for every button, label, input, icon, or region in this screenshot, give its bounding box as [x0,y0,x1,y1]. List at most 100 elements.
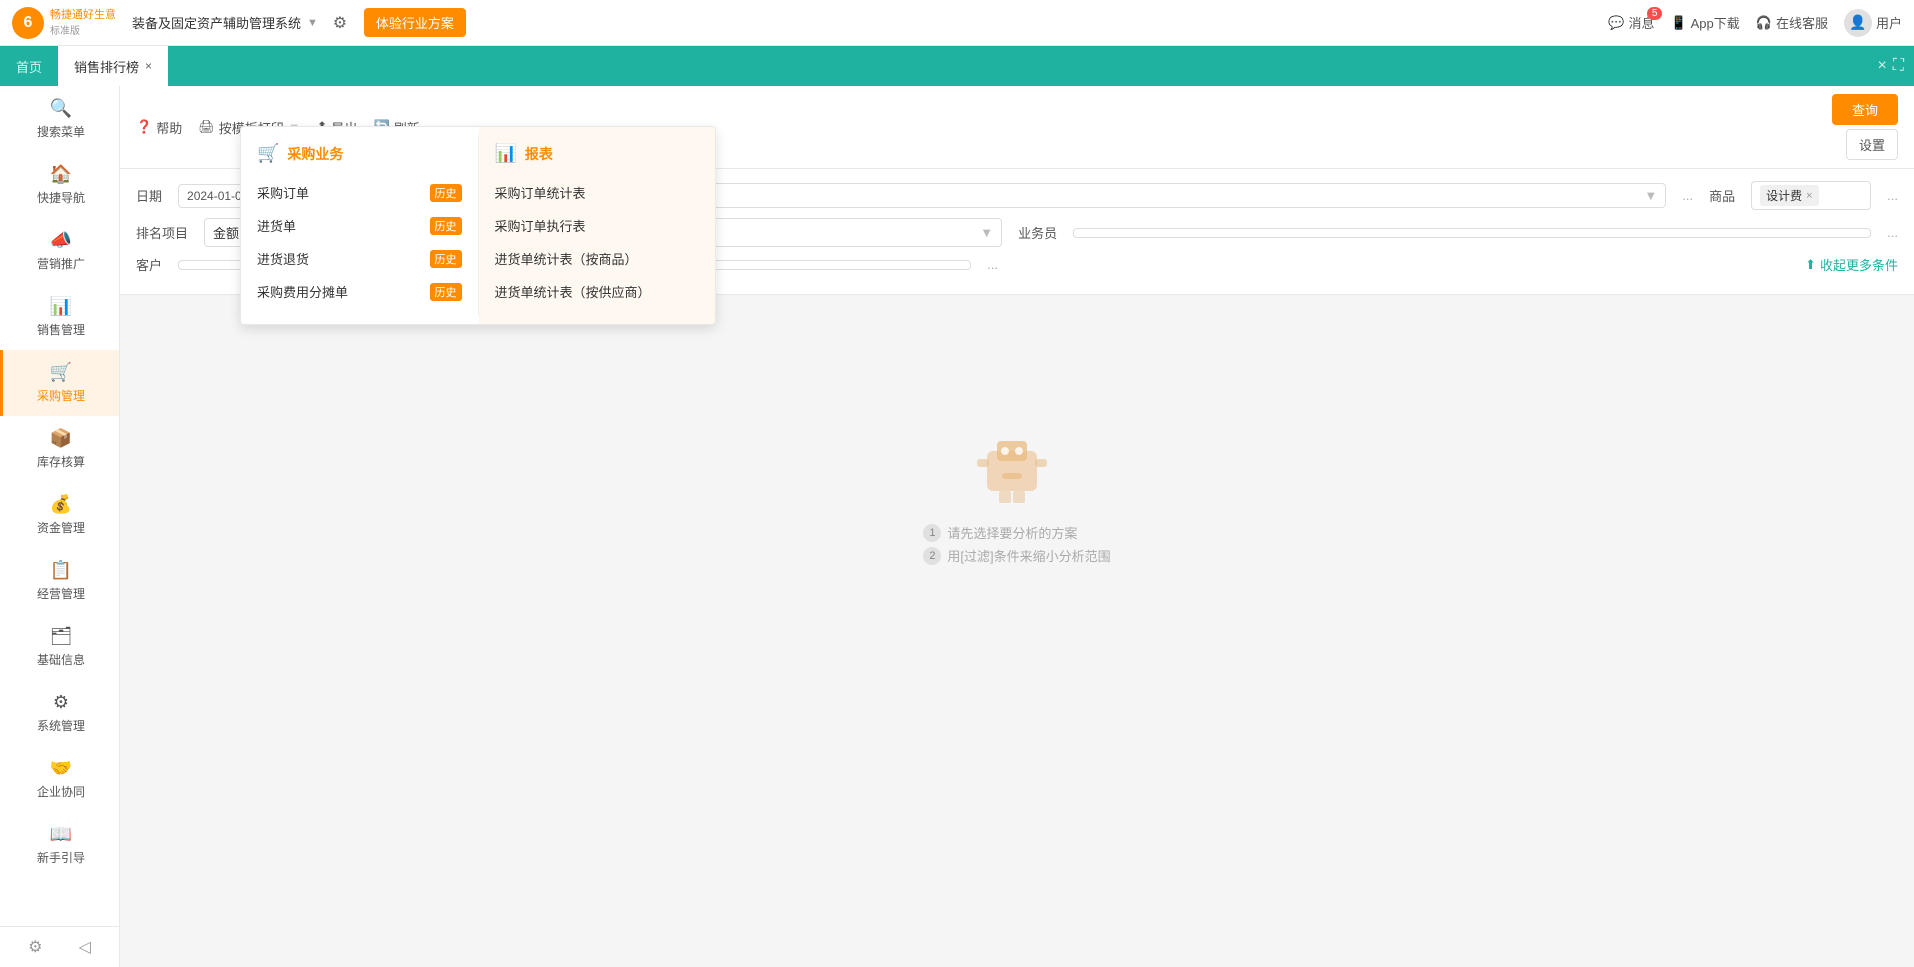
help-btn[interactable]: ❓ 帮助 [136,118,182,137]
message-badge: 5 [1647,7,1663,20]
collapse-btn[interactable]: ⬆ 收起更多条件 [1805,255,1898,274]
hint-item-2: 2 用[过滤]条件来缩小分析范围 [923,546,1110,565]
home-icon: 🏠 [50,164,72,185]
settings-bottom-icon[interactable]: ⚙ [28,937,42,957]
sidebar-item-search[interactable]: 🔍 搜索菜单 [0,86,119,152]
goods-tag: 设计费 × [1760,185,1818,206]
voucher-dots[interactable]: ... [1682,188,1693,203]
headset-icon: 🎧 [1756,15,1772,31]
empty-state: 1 请先选择要分析的方案 2 用[过滤]条件来缩小分析范围 [120,295,1914,695]
system-title[interactable]: 装备及固定资产辅助管理系统 ▼ [132,13,318,32]
popup-purchase-icon: 🛒 [257,143,279,164]
voucher-dropdown-icon: ▼ [1644,188,1657,203]
operation-icon: 📋 [50,560,72,581]
sidebar-item-purchase[interactable]: 🛒 采购管理 [0,350,119,416]
tab-sales-rank[interactable]: 销售排行榜 × [58,46,168,86]
sidebar-item-guide[interactable]: 📖 新手引导 [0,812,119,878]
purchase-icon: 🛒 [50,362,72,383]
logo-text: 畅捷通好生意 [50,8,116,22]
message-icon: 💬 [1608,15,1624,31]
popup-item-purchase-expense[interactable]: 采购费用分摊单 历史 [257,275,462,308]
avatar: 👤 [1844,9,1872,37]
collapse-up-icon: ⬆ [1805,257,1816,273]
sidebar-item-system[interactable]: ⚙ 系统管理 [0,680,119,746]
main-layout: 🔍 搜索菜单 🏠 快捷导航 📣 营销推广 📊 销售管理 🛒 采购管理 📦 库存核… [0,86,1914,967]
rank-dropdown-icon: ▼ [980,225,993,240]
tab-fullscreen-icon[interactable]: ⛶ [1893,57,1904,75]
sidebar-bottom: ⚙ ◁ [0,926,119,967]
message-btn[interactable]: 💬 消息 5 [1608,13,1654,32]
goods-dots[interactable]: ... [1887,188,1898,203]
popup-item-report-4[interactable]: 进货单统计表（按供应商） [495,275,700,308]
salesman-select[interactable] [1073,228,1871,238]
system-icon: ⚙ [53,692,69,713]
search-icon: 🔍 [50,98,72,119]
popup-item-report-2[interactable]: 采购订单执行表 [495,209,700,242]
collapse-sidebar-icon[interactable]: ◁ [79,937,91,957]
online-service-btn[interactable]: 🎧 在线客服 [1756,13,1828,32]
empty-illustration [967,421,1067,511]
sidebar-item-marketing[interactable]: 📣 营销推广 [0,218,119,284]
popup-left-header: 🛒 采购业务 [257,143,462,164]
customer-dots[interactable]: ... [987,257,998,272]
popup-report-icon: 📊 [495,143,517,164]
popup-item-purchase-receipt[interactable]: 进货单 历史 [257,209,462,242]
query-button[interactable]: 查询 [1832,94,1898,125]
rank-label: 排名项目 [136,223,188,242]
customer-label: 客户 [136,255,162,274]
history-badge-3: 历史 [430,283,462,301]
user-btn[interactable]: 👤 用户 [1844,9,1902,37]
history-badge-1: 历史 [430,217,462,235]
sidebar-item-basic[interactable]: 🗂 基础信息 [0,614,119,680]
popup-item-report-1[interactable]: 采购订单统计表 [495,176,700,209]
popup-menu: 🛒 采购业务 采购订单 历史 进货单 历史 进货退货 历史 采购费用分摊单 [240,126,716,325]
popup-right-header: 📊 报表 [495,143,700,164]
goods-tag-close-icon[interactable]: × [1806,190,1812,202]
empty-svg [967,421,1067,511]
sidebar-item-operation[interactable]: 📋 经营管理 [0,548,119,614]
settings-icon[interactable]: ⚙ [326,9,354,37]
sidebar-item-nav[interactable]: 🏠 快捷导航 [0,152,119,218]
sidebar-item-cooperation[interactable]: 🤝 企业协同 [0,746,119,812]
popup-col-left: 🛒 采购业务 采购订单 历史 进货单 历史 进货退货 历史 采购费用分摊单 [241,127,478,324]
salesman-dots[interactable]: ... [1887,225,1898,240]
history-badge-0: 历史 [430,184,462,202]
sidebar-item-sales[interactable]: 📊 销售管理 [0,284,119,350]
tab-close-icon[interactable]: × [145,59,152,73]
phone-icon: 📱 [1670,15,1686,31]
popup-item-report-3[interactable]: 进货单统计表（按商品） [495,242,700,275]
logo-icon: 6 [12,7,44,39]
cooperation-icon: 🤝 [50,758,72,779]
popup-col-right: 📊 报表 采购订单统计表 采购订单执行表 进货单统计表（按商品） 进货单统计表（… [479,127,716,324]
inventory-icon: 📦 [50,428,72,449]
tab-window-close-icon[interactable]: × [1877,57,1886,75]
sidebar-item-inventory[interactable]: 📦 库存核算 [0,416,119,482]
goods-input[interactable]: 设计费 × [1751,181,1871,210]
topbar: 6 畅捷通好生意 标准版 装备及固定资产辅助管理系统 ▼ ⚙ 体验行业方案 💬 … [0,0,1914,46]
topbar-right: 💬 消息 5 📱 App下载 🎧 在线客服 👤 用户 [1608,9,1902,37]
guide-icon: 📖 [50,824,72,845]
sidebar-item-finance[interactable]: 💰 资金管理 [0,482,119,548]
print-icon: 🖨 [198,119,215,135]
basic-icon: 🗂 [50,626,73,647]
sidebar: 🔍 搜索菜单 🏠 快捷导航 📣 营销推广 📊 销售管理 🛒 采购管理 📦 库存核… [0,86,120,967]
logo: 6 畅捷通好生意 标准版 [12,7,132,39]
popup-item-purchase-return[interactable]: 进货退货 历史 [257,242,462,275]
app-download-btn[interactable]: 📱 App下载 [1670,13,1739,32]
content-area: ❓ 帮助 🖨 按模板打印 ▼ ⬆ 导出 🔄 刷新 查询 设置 [120,86,1914,967]
industry-btn[interactable]: 体验行业方案 [364,8,466,37]
finance-icon: 💰 [50,494,72,515]
empty-hints: 1 请先选择要分析的方案 2 用[过滤]条件来缩小分析范围 [923,519,1110,569]
marketing-icon: 📣 [50,230,72,251]
hint-item-1: 1 请先选择要分析的方案 [923,523,1110,542]
date-label: 日期 [136,186,162,205]
tab-home[interactable]: 首页 [0,46,58,86]
popup-item-purchase-order[interactable]: 采购订单 历史 [257,176,462,209]
settings-button[interactable]: 设置 [1846,129,1898,160]
dropdown-arrow-icon: ▼ [307,17,318,29]
tabbar-right: × ⛶ [1877,57,1914,75]
salesman-label: 业务员 [1018,223,1057,242]
tabbar: 首页 销售排行榜 × × ⛶ [0,46,1914,86]
history-badge-2: 历史 [430,250,462,268]
logo-sub: 标准版 [50,22,116,37]
